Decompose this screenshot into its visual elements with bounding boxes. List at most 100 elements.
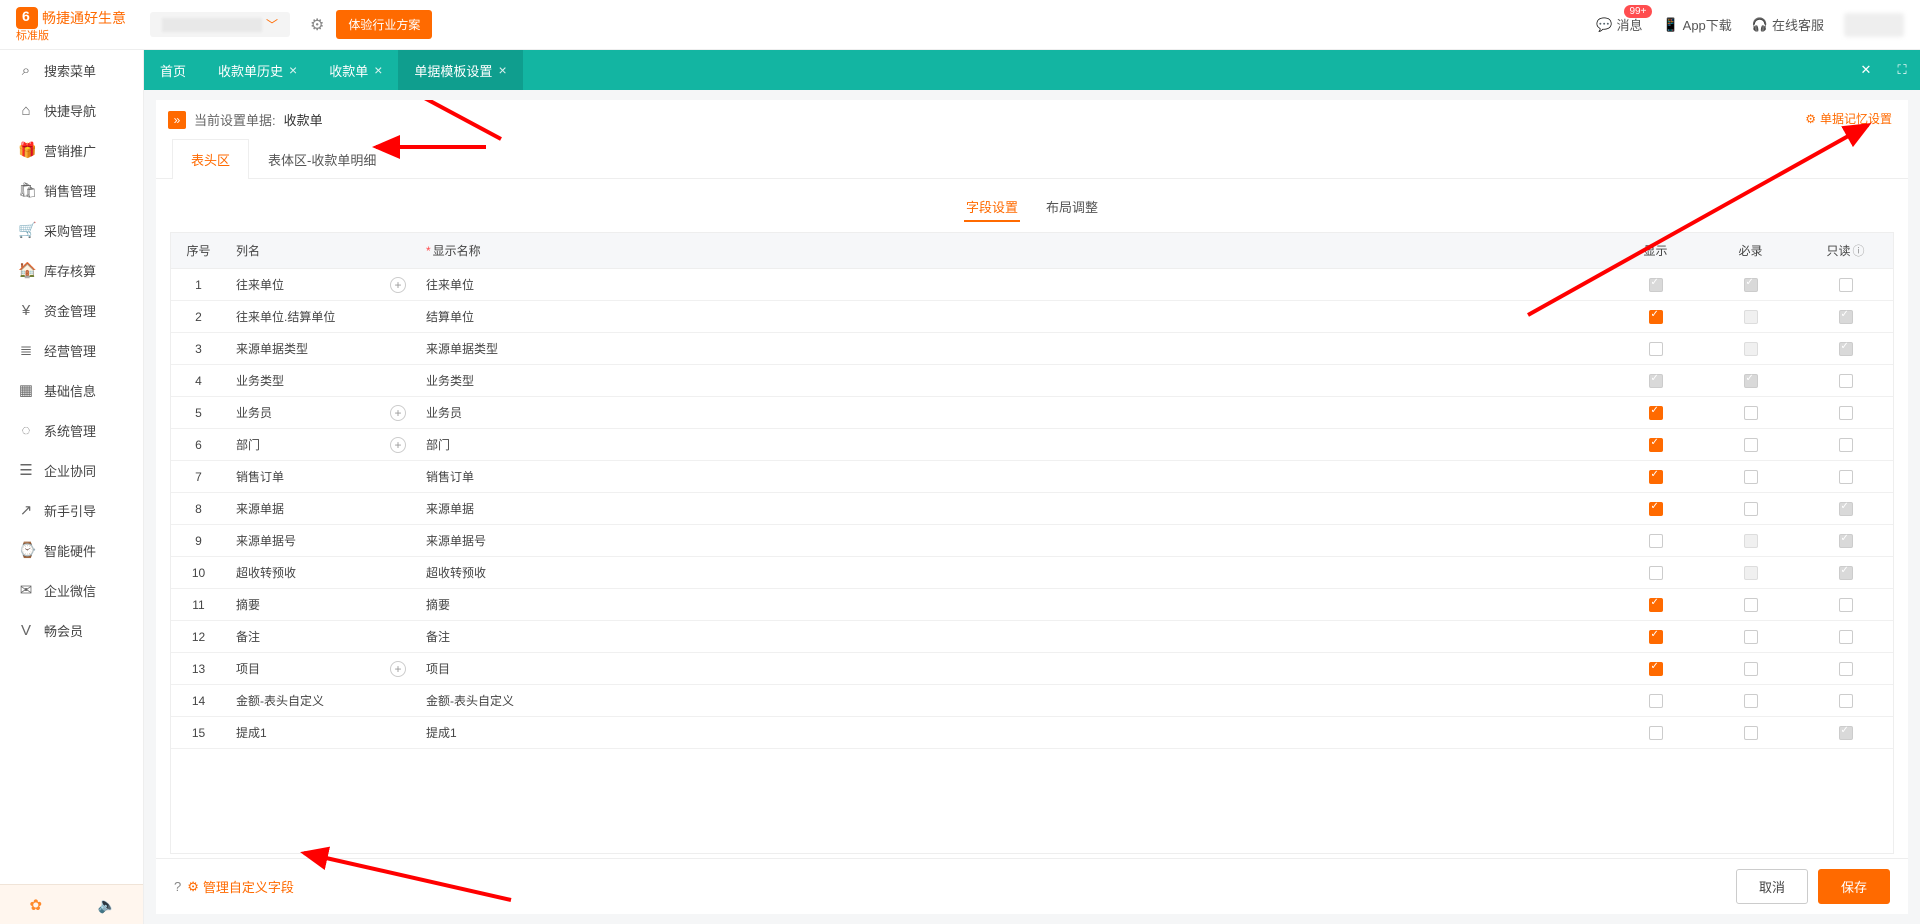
checkbox-required[interactable] [1744, 502, 1758, 516]
customer-service-link[interactable]: 🎧 在线客服 [1752, 15, 1824, 34]
checkbox-show[interactable] [1649, 502, 1663, 516]
cell-seq: 15 [171, 717, 226, 749]
sidebar-item-12[interactable]: ⌚智能硬件 [0, 530, 143, 570]
cell-disp[interactable]: 业务员 [416, 397, 1608, 429]
checkbox-readonly[interactable] [1839, 406, 1853, 420]
user-avatar[interactable] [1844, 13, 1904, 37]
cell-disp[interactable]: 往来单位 [416, 269, 1608, 301]
checkbox-readonly[interactable] [1839, 470, 1853, 484]
sub-tab-1[interactable]: 布局调整 [1044, 193, 1100, 222]
tab-1[interactable]: 收款单历史× [202, 50, 313, 90]
cell-disp[interactable]: 提成1 [416, 717, 1608, 749]
table-row: 10 超收转预收 超收转预收 [171, 557, 1893, 589]
fullscreen-button[interactable]: ⛶ [1884, 50, 1920, 90]
save-button[interactable]: 保存 [1818, 869, 1890, 904]
manage-custom-fields-link[interactable]: ⚙ 管理自定义字段 [187, 877, 294, 896]
cell-disp[interactable]: 来源单据 [416, 493, 1608, 525]
sidebar-item-9[interactable]: ◌系统管理 [0, 410, 143, 450]
headset-icon: 🎧 [1752, 17, 1768, 33]
sidebar-settings-icon[interactable]: ✿ [0, 896, 72, 914]
sidebar-item-3[interactable]: 🛍销售管理 [0, 170, 143, 210]
cell-disp[interactable]: 部门 [416, 429, 1608, 461]
sub-tab-0[interactable]: 字段设置 [964, 193, 1020, 222]
experience-button[interactable]: 体验行业方案 [336, 10, 432, 39]
checkbox-readonly[interactable] [1839, 374, 1853, 388]
add-icon[interactable]: + [390, 661, 406, 677]
close-icon[interactable]: × [498, 62, 506, 78]
checkbox-show[interactable] [1649, 438, 1663, 452]
sidebar-item-5[interactable]: 🏠库存核算 [0, 250, 143, 290]
add-icon[interactable]: + [390, 405, 406, 421]
cell-colname: 备注 [226, 621, 416, 653]
cell-disp[interactable]: 备注 [416, 621, 1608, 653]
close-icon[interactable]: × [374, 62, 382, 78]
cell-disp[interactable]: 业务类型 [416, 365, 1608, 397]
help-icon[interactable]: ? [174, 879, 181, 894]
cell-disp[interactable]: 来源单据号 [416, 525, 1608, 557]
checkbox-readonly[interactable] [1839, 662, 1853, 676]
memo-settings-link[interactable]: ⚙ 单据记忆设置 [1805, 110, 1892, 127]
checkbox-readonly[interactable] [1839, 598, 1853, 612]
close-tab-button[interactable]: ✕ [1848, 50, 1884, 90]
cell-colname: 业务类型 [226, 365, 416, 397]
settings-icon[interactable]: ⚙ [310, 15, 324, 35]
sidebar-item-11[interactable]: ↗新手引导 [0, 490, 143, 530]
checkbox-show[interactable] [1649, 342, 1663, 356]
checkbox-required[interactable] [1744, 726, 1758, 740]
sidebar-item-10[interactable]: ☰企业协同 [0, 450, 143, 490]
sidebar-item-6[interactable]: ¥资金管理 [0, 290, 143, 330]
checkbox-required[interactable] [1744, 406, 1758, 420]
checkbox-show[interactable] [1649, 726, 1663, 740]
checkbox-readonly[interactable] [1839, 278, 1853, 292]
checkbox-required[interactable] [1744, 662, 1758, 676]
message-badge: 99+ [1624, 5, 1653, 18]
cell-disp[interactable]: 超收转预收 [416, 557, 1608, 589]
sidebar-item-13[interactable]: ✉企业微信 [0, 570, 143, 610]
checkbox-show[interactable] [1649, 630, 1663, 644]
sidebar-item-4[interactable]: 🛒采购管理 [0, 210, 143, 250]
checkbox-show[interactable] [1649, 662, 1663, 676]
sidebar-item-0[interactable]: ⌕搜索菜单 [0, 50, 143, 90]
checkbox-readonly[interactable] [1839, 438, 1853, 452]
checkbox-required[interactable] [1744, 438, 1758, 452]
messages-link[interactable]: 💬 消息 99+ [1596, 15, 1642, 34]
sidebar-item-7[interactable]: ≣经营管理 [0, 330, 143, 370]
cell-disp[interactable]: 摘要 [416, 589, 1608, 621]
cell-disp[interactable]: 来源单据类型 [416, 333, 1608, 365]
company-dropdown[interactable]: ﹀ [150, 12, 290, 37]
close-icon[interactable]: × [289, 62, 297, 78]
checkbox-show[interactable] [1649, 470, 1663, 484]
checkbox-required[interactable] [1744, 598, 1758, 612]
checkbox-show[interactable] [1649, 566, 1663, 580]
cell-disp[interactable]: 项目 [416, 653, 1608, 685]
checkbox-required[interactable] [1744, 630, 1758, 644]
checkbox-show[interactable] [1649, 534, 1663, 548]
cell-disp[interactable]: 金额-表头自定义 [416, 685, 1608, 717]
cell-disp[interactable]: 结算单位 [416, 301, 1608, 333]
cell-disp[interactable]: 销售订单 [416, 461, 1608, 493]
sidebar-item-2[interactable]: 🎁营销推广 [0, 130, 143, 170]
checkbox-show[interactable] [1649, 694, 1663, 708]
checkbox-show[interactable] [1649, 310, 1663, 324]
tab-2[interactable]: 收款单× [313, 50, 398, 90]
sidebar-item-14[interactable]: V畅会员 [0, 610, 143, 650]
add-icon[interactable]: + [390, 277, 406, 293]
checkbox-readonly[interactable] [1839, 630, 1853, 644]
sidebar-sound-icon[interactable]: 🔈 [72, 896, 144, 914]
section-tab-0[interactable]: 表头区 [172, 139, 249, 179]
add-icon[interactable]: + [390, 437, 406, 453]
checkbox-required[interactable] [1744, 470, 1758, 484]
checkbox-readonly[interactable] [1839, 694, 1853, 708]
tab-0[interactable]: 首页 [144, 50, 202, 90]
checkbox-show[interactable] [1649, 406, 1663, 420]
section-tab-1[interactable]: 表体区-收款单明细 [249, 139, 395, 179]
checkbox-show[interactable] [1649, 598, 1663, 612]
sidebar-item-8[interactable]: ▦基础信息 [0, 370, 143, 410]
tab-3[interactable]: 单据模板设置× [398, 50, 522, 90]
checkbox-required[interactable] [1744, 694, 1758, 708]
app-download-link[interactable]: 📱 App下载 [1662, 15, 1731, 34]
company-name [162, 18, 262, 32]
cancel-button[interactable]: 取消 [1736, 869, 1808, 904]
collapse-toggle[interactable]: » [168, 111, 186, 129]
sidebar-item-1[interactable]: ⌂快捷导航 [0, 90, 143, 130]
